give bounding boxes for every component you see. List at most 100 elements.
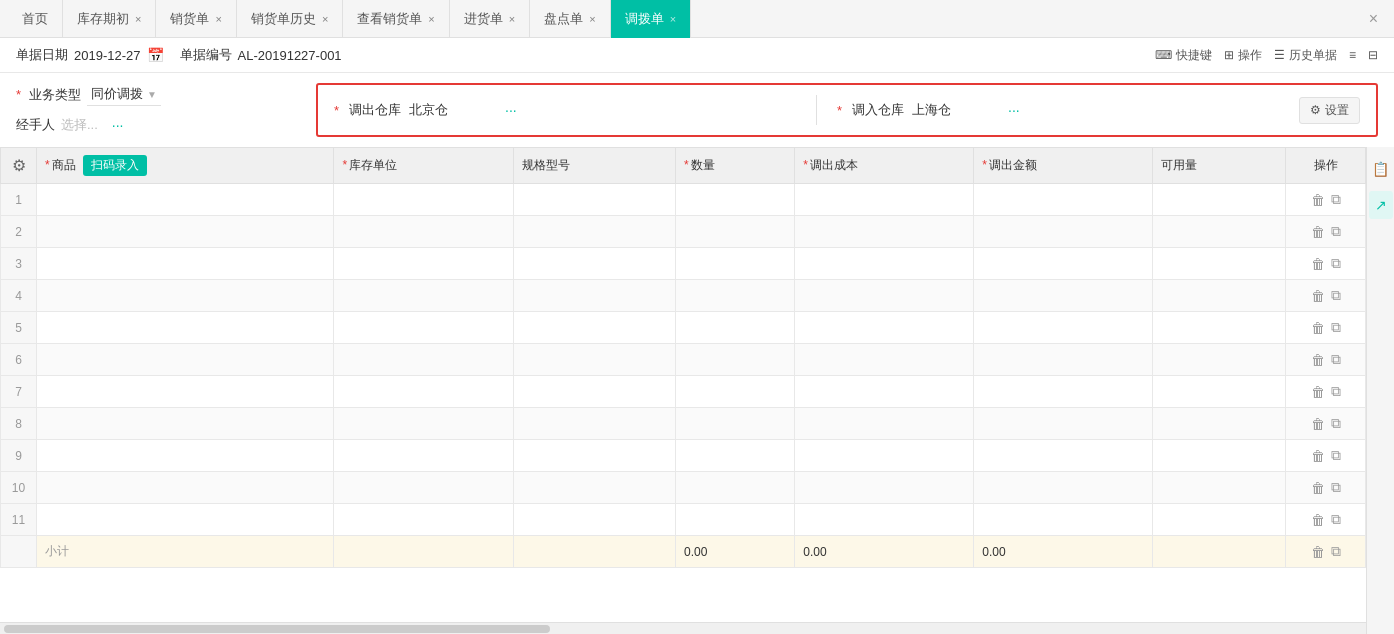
delete-icon[interactable]: 🗑 bbox=[1311, 256, 1325, 272]
delete-icon[interactable]: 🗑 bbox=[1311, 288, 1325, 304]
delete-icon[interactable]: 🗑 bbox=[1311, 416, 1325, 432]
cell-qty[interactable] bbox=[676, 376, 795, 408]
delete-icon[interactable]: 🗑 bbox=[1311, 320, 1325, 336]
subtotal-copy-icon[interactable]: ⧉ bbox=[1331, 543, 1341, 560]
copy-icon[interactable]: ⧉ bbox=[1331, 479, 1341, 496]
handler-more-icon[interactable]: ··· bbox=[112, 117, 124, 133]
cell-cost[interactable] bbox=[795, 184, 974, 216]
cell-product[interactable] bbox=[37, 408, 334, 440]
cell-amount[interactable] bbox=[974, 440, 1153, 472]
delete-icon[interactable]: 🗑 bbox=[1311, 448, 1325, 464]
cell-cost[interactable] bbox=[795, 440, 974, 472]
copy-icon[interactable]: ⧉ bbox=[1331, 319, 1341, 336]
cell-cost[interactable] bbox=[795, 248, 974, 280]
column-settings-icon[interactable]: ⚙ bbox=[12, 157, 26, 174]
view-toggle-grid[interactable]: ⊟ bbox=[1368, 48, 1378, 62]
subtotal-delete-icon[interactable]: 🗑 bbox=[1311, 544, 1325, 560]
cell-amount[interactable] bbox=[974, 376, 1153, 408]
close-icon[interactable]: × bbox=[670, 13, 676, 25]
cell-cost[interactable] bbox=[795, 504, 974, 536]
close-icon[interactable]: × bbox=[322, 13, 328, 25]
delete-icon[interactable]: 🗑 bbox=[1311, 192, 1325, 208]
copy-icon[interactable]: ⧉ bbox=[1331, 255, 1341, 272]
settings-button[interactable]: ⚙ 设置 bbox=[1299, 97, 1360, 124]
view-toggle-list[interactable]: ≡ bbox=[1349, 48, 1356, 62]
close-icon[interactable]: × bbox=[428, 13, 434, 25]
close-icon[interactable]: × bbox=[509, 13, 515, 25]
cell-qty[interactable] bbox=[676, 216, 795, 248]
cell-amount[interactable] bbox=[974, 248, 1153, 280]
shortcut-button[interactable]: ⌨ 快捷键 bbox=[1155, 47, 1212, 64]
cell-amount[interactable] bbox=[974, 184, 1153, 216]
cell-qty[interactable] bbox=[676, 312, 795, 344]
cell-amount[interactable] bbox=[974, 504, 1153, 536]
tab-transfer[interactable]: 调拨单 × bbox=[611, 0, 691, 38]
history-button[interactable]: ☰ 历史单据 bbox=[1274, 47, 1337, 64]
cell-product[interactable] bbox=[37, 248, 334, 280]
cell-cost[interactable] bbox=[795, 216, 974, 248]
cell-amount[interactable] bbox=[974, 472, 1153, 504]
copy-icon[interactable]: ⧉ bbox=[1331, 447, 1341, 464]
tab-home[interactable]: 首页 bbox=[8, 0, 63, 38]
cell-product[interactable] bbox=[37, 376, 334, 408]
horizontal-scrollbar[interactable] bbox=[0, 622, 1366, 634]
cell-product[interactable] bbox=[37, 472, 334, 504]
cell-product[interactable] bbox=[37, 216, 334, 248]
tab-inventory-init[interactable]: 库存期初 × bbox=[63, 0, 156, 38]
cell-qty[interactable] bbox=[676, 184, 795, 216]
delete-icon[interactable]: 🗑 bbox=[1311, 224, 1325, 240]
tab-stocktake[interactable]: 盘点单 × bbox=[530, 0, 610, 38]
cell-qty[interactable] bbox=[676, 408, 795, 440]
cell-qty[interactable] bbox=[676, 472, 795, 504]
delete-icon[interactable]: 🗑 bbox=[1311, 352, 1325, 368]
cell-cost[interactable] bbox=[795, 280, 974, 312]
cell-product[interactable] bbox=[37, 344, 334, 376]
copy-icon[interactable]: ⧉ bbox=[1331, 191, 1341, 208]
cell-cost[interactable] bbox=[795, 408, 974, 440]
tab-sales-history[interactable]: 销货单历史 × bbox=[237, 0, 343, 38]
delete-icon[interactable]: 🗑 bbox=[1311, 480, 1325, 496]
scan-button[interactable]: 扫码录入 bbox=[83, 155, 147, 176]
cell-qty[interactable] bbox=[676, 248, 795, 280]
cell-product[interactable] bbox=[37, 504, 334, 536]
delete-icon[interactable]: 🗑 bbox=[1311, 512, 1325, 528]
cell-product[interactable] bbox=[37, 312, 334, 344]
cell-amount[interactable] bbox=[974, 280, 1153, 312]
out-warehouse-more-icon[interactable]: ··· bbox=[505, 102, 517, 118]
close-icon[interactable]: × bbox=[215, 13, 221, 25]
close-icon[interactable]: × bbox=[135, 13, 141, 25]
copy-icon[interactable]: ⧉ bbox=[1331, 223, 1341, 240]
cell-qty[interactable] bbox=[676, 440, 795, 472]
cell-product[interactable] bbox=[37, 280, 334, 312]
close-icon[interactable]: × bbox=[589, 13, 595, 25]
copy-icon[interactable]: ⧉ bbox=[1331, 511, 1341, 528]
panel-doc-icon[interactable]: 📋 bbox=[1366, 155, 1394, 183]
copy-icon[interactable]: ⧉ bbox=[1331, 383, 1341, 400]
cell-amount[interactable] bbox=[974, 408, 1153, 440]
copy-icon[interactable]: ⧉ bbox=[1331, 287, 1341, 304]
cell-cost[interactable] bbox=[795, 312, 974, 344]
cell-qty[interactable] bbox=[676, 504, 795, 536]
cell-cost[interactable] bbox=[795, 376, 974, 408]
cell-amount[interactable] bbox=[974, 344, 1153, 376]
cell-qty[interactable] bbox=[676, 280, 795, 312]
tab-view-sales[interactable]: 查看销货单 × bbox=[343, 0, 449, 38]
operation-button[interactable]: ⊞ 操作 bbox=[1224, 47, 1262, 64]
calendar-icon[interactable]: 📅 bbox=[147, 47, 164, 63]
business-type-select[interactable]: 同价调拨 ▼ bbox=[87, 83, 161, 106]
delete-icon[interactable]: 🗑 bbox=[1311, 384, 1325, 400]
tab-sales-order[interactable]: 销货单 × bbox=[156, 0, 236, 38]
cell-qty[interactable] bbox=[676, 344, 795, 376]
cell-cost[interactable] bbox=[795, 472, 974, 504]
handler-select[interactable]: 选择... bbox=[61, 116, 98, 134]
copy-icon[interactable]: ⧉ bbox=[1331, 351, 1341, 368]
scroll-bar-thumb[interactable] bbox=[4, 625, 550, 633]
close-all-button[interactable]: × bbox=[1361, 10, 1386, 28]
cell-product[interactable] bbox=[37, 440, 334, 472]
cell-cost[interactable] bbox=[795, 344, 974, 376]
in-warehouse-more-icon[interactable]: ··· bbox=[1008, 102, 1020, 118]
tab-purchase-order[interactable]: 进货单 × bbox=[450, 0, 530, 38]
cell-amount[interactable] bbox=[974, 312, 1153, 344]
panel-export-icon[interactable]: ↗ bbox=[1369, 191, 1393, 219]
copy-icon[interactable]: ⧉ bbox=[1331, 415, 1341, 432]
